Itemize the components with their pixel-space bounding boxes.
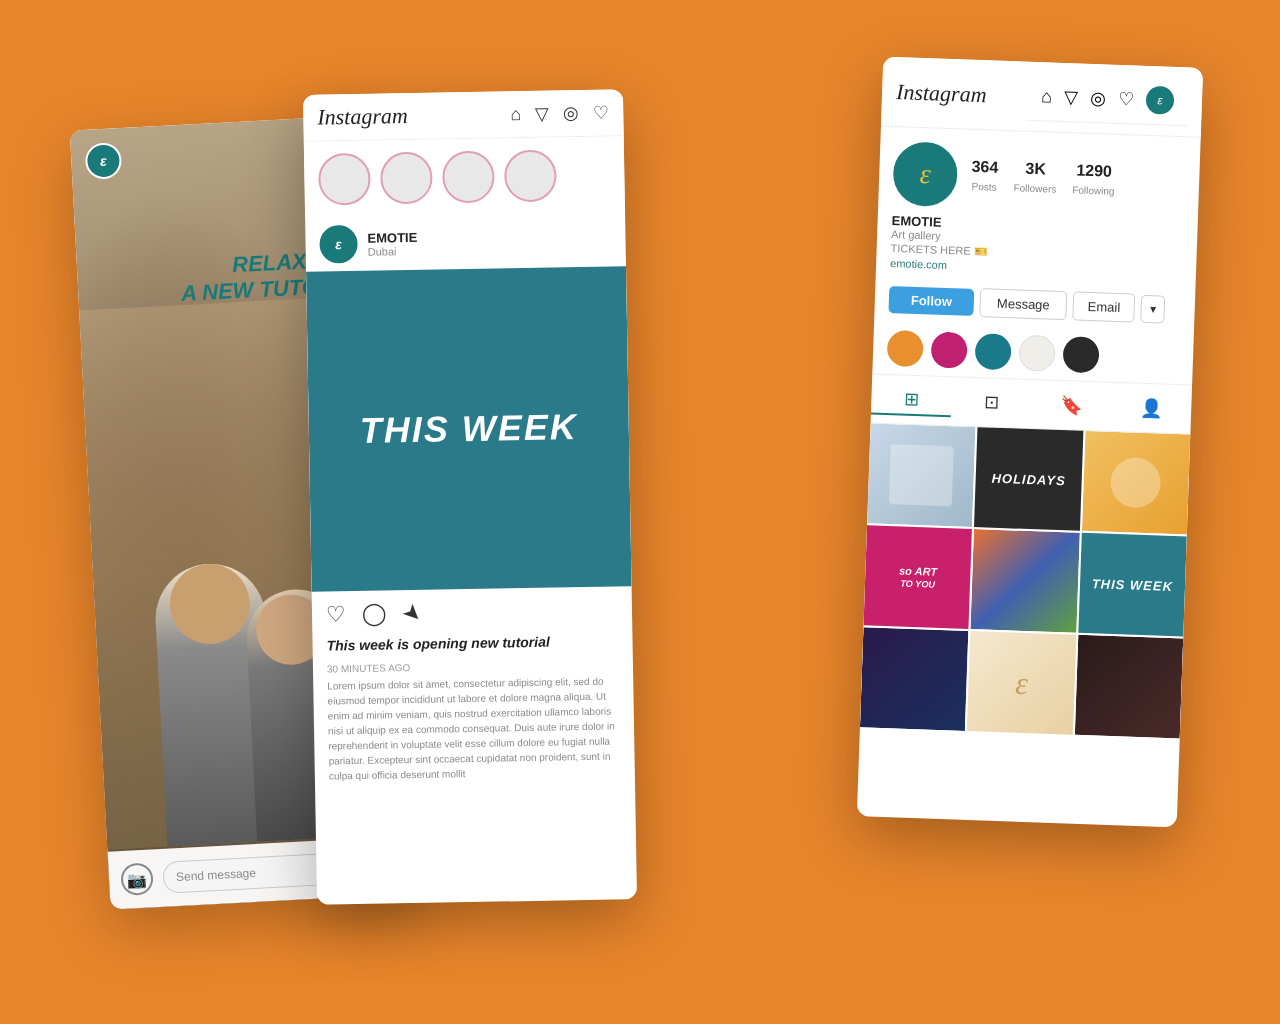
card-profile: Instagram ⌂ ▽ ◎ ♡ ε ε 364 Posts 3K Foll: [857, 57, 1203, 828]
stat-following-label: Following: [1072, 184, 1115, 196]
post-description: Lorem ipsum dolor sit amet, consectetur …: [313, 673, 635, 784]
color-swatch-pink: [931, 332, 968, 369]
grid-cell-1[interactable]: [867, 423, 976, 527]
grid-cell-8[interactable]: ε: [967, 631, 1076, 735]
post-user-row: ε EMOTIE Dubai: [305, 212, 626, 272]
grid-area: HOLIDAYS so ARTTO YOU THIS WEEK ε: [860, 423, 1190, 738]
stat-following-count: 1290: [1073, 161, 1116, 180]
tab-tag[interactable]: ⊡: [951, 385, 1032, 420]
post-user-info: EMOTIE Dubai: [367, 229, 417, 257]
send-icon[interactable]: ▽: [1064, 86, 1079, 108]
grid-cell-3[interactable]: [1082, 431, 1191, 535]
heart-icon[interactable]: ♡: [1118, 88, 1135, 111]
color-swatch-orange: [887, 330, 924, 367]
post-user-avatar: ε: [319, 225, 358, 264]
profile-instagram-logo: Instagram: [896, 79, 987, 108]
post-username: EMOTIE: [367, 229, 417, 245]
profile-info-row: ε 364 Posts 3K Followers 1290 Following: [878, 127, 1201, 224]
post-image: THIS WEEK: [306, 266, 632, 592]
tab-grid[interactable]: ⊞: [871, 382, 952, 417]
share-icon[interactable]: ➤: [397, 597, 428, 628]
color-swatch-teal: [975, 333, 1012, 370]
profile-bio: EMOTIE Art gallery TICKETS HERE 🎫 emotie…: [876, 213, 1198, 288]
post-location: Dubai: [368, 244, 418, 257]
stories-row: [304, 136, 625, 218]
compass-icon[interactable]: ◎: [1090, 87, 1107, 110]
stat-following: 1290 Following: [1072, 161, 1115, 198]
stat-posts-count: 364: [971, 158, 998, 177]
stat-followers: 3K Followers: [1013, 159, 1057, 196]
grid-cell-6[interactable]: THIS WEEK: [1078, 533, 1187, 637]
home-icon[interactable]: ⌂: [1041, 86, 1053, 107]
stat-posts-label: Posts: [972, 181, 997, 193]
story-circle-2[interactable]: [380, 152, 433, 205]
stat-followers-count: 3K: [1014, 159, 1057, 178]
scene: ε RELAX WITHA NEW TUTORIAL 📷 Send messag…: [90, 62, 1190, 962]
grid-cell-7[interactable]: [860, 627, 969, 731]
profile-stats: 364 Posts 3K Followers 1290 Following: [971, 158, 1186, 201]
heart-icon[interactable]: ♡: [593, 102, 609, 124]
grid-cell-4[interactable]: so ARTTO YOU: [864, 525, 973, 629]
post-image-text: THIS WEEK: [359, 406, 578, 452]
comment-icon[interactable]: ◯: [362, 600, 387, 626]
compass-icon[interactable]: ◎: [563, 102, 579, 124]
color-swatch-dark: [1062, 336, 1099, 373]
post-header: Instagram ⌂ ▽ ◎ ♡: [303, 89, 624, 142]
send-icon[interactable]: ▽: [535, 103, 549, 125]
story-circle-3[interactable]: [442, 151, 495, 204]
stat-posts: 364 Posts: [971, 158, 999, 195]
stat-followers-label: Followers: [1013, 182, 1056, 194]
profile-user-icon[interactable]: ε: [1146, 86, 1175, 115]
card-post: Instagram ⌂ ▽ ◎ ♡ ε EMOTIE Dubai THIS WE…: [303, 89, 637, 904]
profile-header: Instagram ⌂ ▽ ◎ ♡ ε: [881, 57, 1203, 138]
email-button[interactable]: Email: [1072, 291, 1135, 322]
tab-bookmark[interactable]: 🔖: [1031, 388, 1112, 423]
post-nav-icons: ⌂ ▽ ◎ ♡: [510, 102, 609, 126]
grid-cell-2[interactable]: HOLIDAYS: [974, 427, 1083, 531]
instagram-logo: Instagram: [317, 103, 408, 131]
follow-button[interactable]: Follow: [888, 286, 974, 316]
message-button[interactable]: Message: [979, 288, 1067, 320]
story-circle-4[interactable]: [504, 149, 557, 202]
post-actions: ♡ ◯ ➤: [312, 586, 633, 638]
like-icon[interactable]: ♡: [326, 601, 346, 627]
home-icon[interactable]: ⌂: [510, 104, 521, 125]
more-button[interactable]: ▾: [1141, 294, 1166, 323]
color-swatch-cream: [1018, 335, 1055, 372]
tab-person[interactable]: 👤: [1111, 391, 1192, 426]
story-circle-1[interactable]: [318, 153, 371, 206]
profile-nav-icons: ⌂ ▽ ◎ ♡ ε: [1026, 72, 1188, 127]
profile-avatar: ε: [892, 141, 958, 207]
camera-icon[interactable]: 📷: [120, 862, 154, 896]
grid-cell-9[interactable]: [1074, 635, 1183, 739]
grid-cell-5[interactable]: [971, 529, 1080, 633]
